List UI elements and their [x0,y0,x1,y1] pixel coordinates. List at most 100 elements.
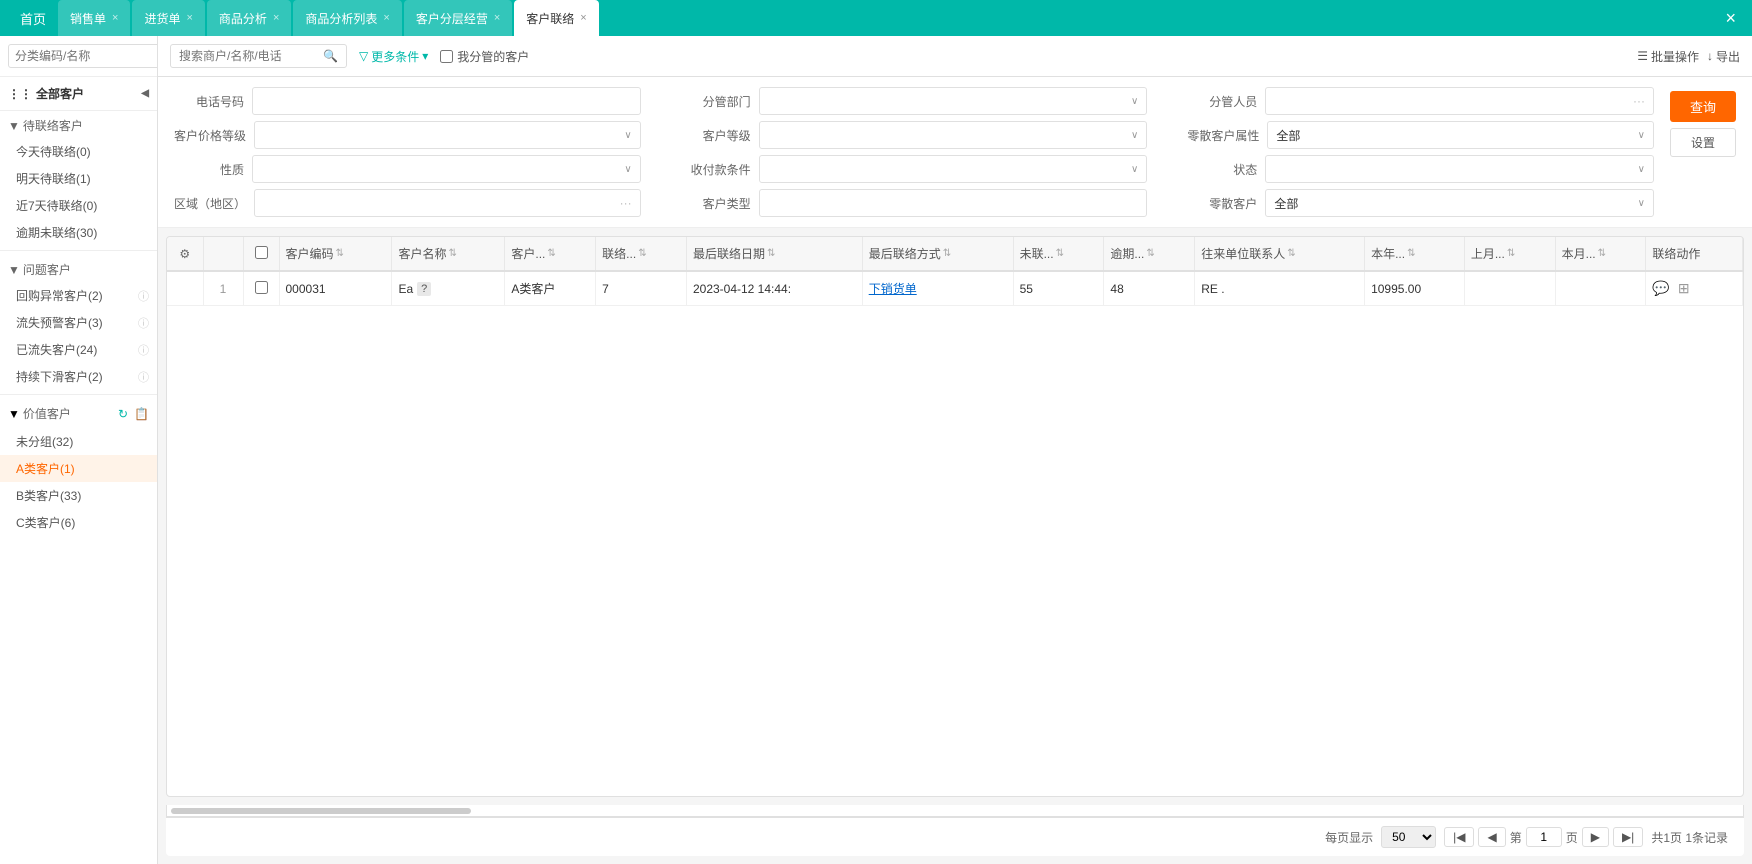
customer-type-input[interactable] [759,189,1148,217]
sidebar-item-class-c[interactable]: C类客户(6) [0,509,157,536]
sidebar-item-overdue-label: 逾期未联络(30) [16,224,97,241]
retail-attr-label: 零散客户属性 [1187,127,1259,144]
my-customers-checkbox[interactable] [440,50,453,63]
nav-tab-customer-contact[interactable]: 客户联络 × [514,0,598,36]
sidebar-item-today-pending[interactable]: 今天待联络(0) [0,138,157,165]
sidebar-pending-label: 待联络客户 [23,117,83,134]
filter-row-1: 电话号码 分管部门 ∨ [174,87,1654,115]
phone-input[interactable] [252,87,641,115]
nav-tab-analysis-list[interactable]: 商品分析列表 × [293,0,401,36]
filter-field-dept: 分管部门 ∨ [681,87,1148,115]
refresh-icon[interactable]: ↻ [118,407,128,421]
sidebar-all-customers[interactable]: ⋮⋮ 全部客户 ◀ [0,77,157,111]
sidebar-value-header-row: ▼ 价值客户 ↻ 📋 [0,399,157,428]
sidebar-item-churned[interactable]: 已流失客户(24) ⓘ [0,336,157,363]
class-a-label: A类客户(1) [16,460,75,477]
last-page-btn[interactable]: ▶| [1613,827,1643,847]
horizontal-scrollbar[interactable] [171,808,471,814]
sidebar-item-tomorrow-pending[interactable]: 明天待联络(1) [0,165,157,192]
first-page-btn[interactable]: |◀ [1444,827,1474,847]
chevron-icon-payment: ∨ [1131,164,1138,175]
close-icon[interactable]: × [580,12,586,24]
sidebar-item-7day-pending[interactable]: 近7天待联络(0) [0,192,157,219]
nav-tab-customer-tier[interactable]: 客户分层经营 × [404,0,512,36]
th-no-contact-label: 未联... [1020,245,1054,262]
sidebar-item-overdue-pending[interactable]: 逾期未联络(30) [0,219,157,246]
search-input[interactable] [179,49,319,63]
close-icon[interactable]: × [112,12,118,24]
th-contact: 联络... ⇅ [596,237,687,271]
nature-input[interactable]: ∨ [252,155,641,183]
sidebar-item-class-b[interactable]: B类客户(33) [0,482,157,509]
nav-home[interactable]: 首页 [8,9,58,28]
row-last-month [1464,271,1555,306]
dots-icon-region[interactable]: ··· [620,196,632,210]
filter-field-payment: 收付款条件 ∨ [681,155,1148,183]
customer-tier-input[interactable]: ∨ [759,121,1148,149]
close-icon[interactable]: × [494,12,500,24]
th-unit-contact: 往来单位联系人 ⇅ [1195,237,1365,271]
chat-icon[interactable]: 💬 [1652,280,1669,297]
price-tier-label: 客户价格等级 [174,127,246,144]
th-name-label: 客户名称 [398,245,446,262]
row-overdue: 48 [1104,271,1195,306]
person-input[interactable]: ··· [1265,87,1654,115]
batch-op-btn[interactable]: ☰ 批量操作 [1637,48,1699,65]
row-code-value: 000031 [286,282,326,296]
price-tier-input[interactable]: ∨ [254,121,641,149]
collapse-icon[interactable]: ◀ [141,88,149,99]
row-overdue-value: 48 [1110,282,1123,296]
th-code: 客户编码 ⇅ [279,237,392,271]
filter-more-btn[interactable]: ▽ 更多条件 ▾ [359,48,428,65]
sort-icon-month: ⇅ [1598,248,1606,259]
nav-tab-analysis[interactable]: 商品分析 × [207,0,291,36]
info-icon-3: ⓘ [138,342,149,358]
retail-attr-input[interactable]: 全部 ∨ [1267,121,1654,149]
filter-field-price-tier: 客户价格等级 ∨ [174,121,641,149]
status-input[interactable]: ∨ [1265,155,1654,183]
sidebar-item-churn-warning[interactable]: 流失预警客户(3) ⓘ [0,309,157,336]
row-last-method-value[interactable]: 下销货单 [869,282,917,296]
th-type-label: 客户... [511,245,545,262]
close-icon[interactable]: × [383,12,389,24]
row-checkbox[interactable] [255,281,268,294]
dept-input[interactable]: ∨ [759,87,1148,115]
gear-icon[interactable]: ⚙ [179,247,190,261]
th-name: 客户名称 ⇅ [392,237,505,271]
payment-input[interactable]: ∨ [759,155,1148,183]
window-close-button[interactable]: × [1717,8,1744,29]
retail-input[interactable]: 全部 ∨ [1265,189,1654,217]
sidebar-item-declining[interactable]: 持续下滑客户(2) ⓘ [0,363,157,390]
sort-icon-type: ⇅ [547,248,555,259]
sidebar-item-unclassified[interactable]: 未分组(32) [0,428,157,455]
nav-tab-purchase[interactable]: 进货单 × [132,0,204,36]
dots-icon-person[interactable]: ··· [1633,94,1645,108]
add-group-icon[interactable]: 📋 [134,407,149,421]
retail-value: 全部 [1274,195,1298,212]
next-page-btn[interactable]: ▶ [1582,827,1609,847]
row-type-value: A类客户 [511,282,555,296]
th-last-month: 上月... ⇅ [1464,237,1555,271]
row-gear-cell [167,271,203,306]
close-icon[interactable]: × [273,12,279,24]
per-page-select[interactable]: 50 100 200 [1381,826,1436,848]
row-contact-value: 7 [602,282,609,296]
filter-field-customer-tier: 客户等级 ∨ [681,121,1148,149]
sidebar-search-input[interactable] [8,44,158,68]
search-icon[interactable]: 🔍 [323,49,338,63]
nav-tab-sales[interactable]: 销售单 × [58,0,130,36]
settings-button[interactable]: 设置 [1670,128,1736,157]
qr-icon[interactable]: ⊞ [1678,280,1690,297]
sidebar-item-class-a[interactable]: A类客户(1) [0,455,157,482]
nav-tab-analysis-list-label: 商品分析列表 [305,10,377,27]
region-input[interactable]: ··· [254,189,641,217]
prev-page-btn[interactable]: ◀ [1478,827,1505,847]
batch-op-label: 批量操作 [1651,48,1699,65]
close-icon[interactable]: × [186,12,192,24]
chevron-icon-dept: ∨ [1131,96,1138,107]
select-all-checkbox[interactable] [255,246,268,259]
sidebar-item-repurchase-abnormal[interactable]: 回购异常客户(2) ⓘ [0,282,157,309]
export-btn[interactable]: ↓ 导出 [1707,48,1740,65]
query-button[interactable]: 查询 [1670,91,1736,122]
page-input[interactable] [1526,827,1562,847]
